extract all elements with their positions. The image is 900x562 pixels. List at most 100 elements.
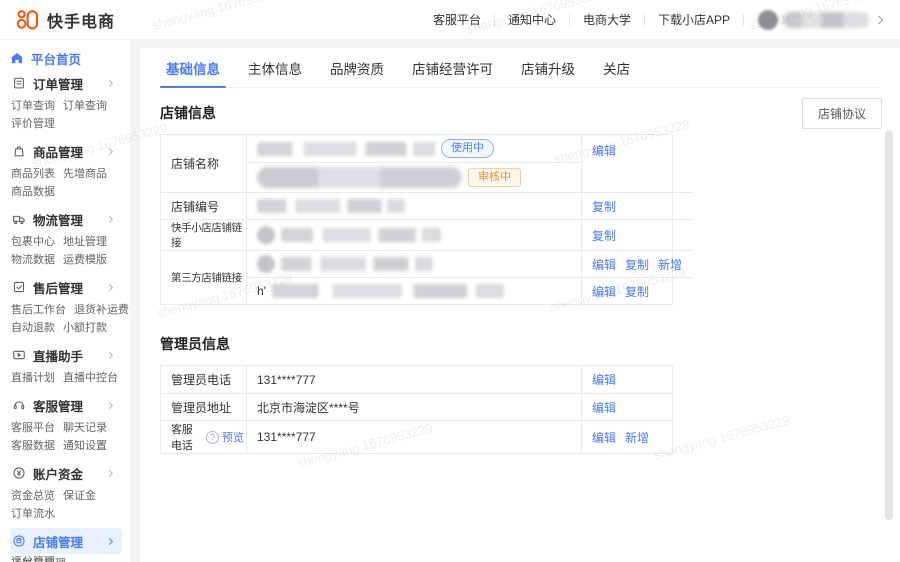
sidebar-item-funds-overview[interactable]: 资金总览 [11, 488, 55, 504]
redacted-shop-name-pending [257, 167, 462, 188]
sidebar-item-return-freight[interactable]: 退货补运费 [74, 302, 129, 318]
sidebar-section-aftersale[interactable]: 售后管理 [10, 274, 122, 300]
shop-name-in-use-cell: 使用中 [247, 135, 581, 162]
edit-link[interactable]: 编辑 [592, 399, 616, 416]
row-label-shop-name: 店铺名称 [161, 135, 247, 192]
sidebar-item-order-flow[interactable]: 订单流水 [11, 506, 55, 522]
redacted-third-party-link-2 [272, 284, 504, 298]
redacted-favicon [257, 226, 275, 244]
row-label-shop-id: 店铺编号 [161, 192, 247, 219]
sidebar-item-goods-data[interactable]: 商品数据 [11, 184, 55, 200]
sidebar-item-chat-history[interactable]: 聊天记录 [63, 420, 107, 436]
add-link[interactable]: 新增 [625, 429, 649, 446]
shop-name-actions: 编辑 [581, 135, 692, 192]
chevron-right-icon [106, 351, 113, 358]
sidebar-item-parcel-center[interactable]: 包裹中心 [11, 234, 55, 250]
tab-brand-qualification[interactable]: 品牌资质 [324, 48, 390, 87]
redacted-shop-id [257, 199, 405, 213]
header-link-service-platform[interactable]: 客服平台 [420, 11, 494, 28]
add-link[interactable]: 新增 [658, 256, 682, 273]
copy-link[interactable]: 复制 [625, 283, 649, 300]
redacted-third-party-link [281, 257, 433, 271]
sidebar-item-aftersale-workbench[interactable]: 售后工作台 [11, 302, 66, 318]
tab-shop-upgrade[interactable]: 店铺升级 [515, 48, 581, 87]
sidebar-item-order-query2[interactable]: 订单查询 [63, 98, 107, 114]
link-prefix: h' [257, 284, 266, 298]
sidebar-item-service-data[interactable]: 客服数据 [11, 438, 55, 454]
status-badge-in-review: 审核中 [468, 168, 521, 187]
headset-icon [12, 398, 26, 412]
aftersale-icon [12, 280, 26, 294]
sidebar-item-notify-settings[interactable]: 通知设置 [63, 438, 107, 454]
redacted-shop-link [281, 228, 441, 242]
chevron-right-icon [875, 15, 883, 23]
sidebar-item-address-mgmt[interactable]: 地址管理 [63, 234, 107, 250]
service-phone-actions: 编辑 新增 [581, 420, 672, 453]
sidebar-item-deposit[interactable]: 保证金 [63, 488, 96, 504]
sidebar-section-orders[interactable]: 订单管理 [10, 70, 122, 96]
user-account-menu[interactable] [758, 10, 882, 30]
sidebar-nav: 平台首页 订单管理 订单查询 订单查询 评价管理 商品管理 商品列表 先增 [0, 40, 130, 562]
store-info-table: 店铺名称 使用中 编辑 审核中 店铺编号 复制 [160, 134, 673, 305]
edit-link[interactable]: 编辑 [592, 283, 616, 300]
sidebar-item-review-mgmt[interactable]: 评价管理 [11, 116, 55, 132]
help-question-icon[interactable] [206, 431, 219, 444]
sidebar-item-home[interactable]: 平台首页 [10, 46, 130, 70]
admin-phone-cell: 131****777 [247, 366, 581, 393]
content-card: 基础信息 主体信息 品牌资质 店铺经营许可 店铺升级 关店 店铺协议 店铺信息 … [140, 48, 900, 562]
header-link-download-app[interactable]: 下载小店APP [645, 11, 743, 28]
edit-link[interactable]: 编辑 [592, 256, 616, 273]
copy-shop-link[interactable]: 复制 [592, 227, 616, 244]
sidebar-item-goods-list[interactable]: 商品列表 [11, 166, 55, 182]
sidebar-item-add-goods[interactable]: 先增商品 [63, 166, 107, 182]
edit-link[interactable]: 编辑 [592, 429, 616, 446]
copy-shop-id-link[interactable]: 复制 [592, 198, 616, 215]
sidebar-item-logistics-data[interactable]: 物流数据 [11, 252, 55, 268]
sidebar-section-logistics[interactable]: 物流管理 [10, 206, 122, 232]
tab-subject-info[interactable]: 主体信息 [242, 48, 308, 87]
sidebar-item-order-query[interactable]: 订单查询 [11, 98, 55, 114]
section-label: 客服管理 [33, 396, 83, 415]
sidebar-section-shop-mgmt[interactable]: 店铺管理 [10, 528, 122, 554]
sidebar-item-auto-refund[interactable]: 自动退款 [11, 320, 55, 336]
sidebar-item-freight-template[interactable]: 运费模版 [63, 252, 107, 268]
sidebar-section-live-assistant[interactable]: 直播助手 [10, 342, 122, 368]
shop-id-actions: 复制 [581, 192, 692, 219]
header-link-ecommerce-academy[interactable]: 电商大学 [570, 11, 644, 28]
admin-info-table: 管理员电话 131****777 编辑 管理员地址 北京市海淀区****号 编辑… [160, 365, 673, 454]
order-icon [12, 76, 26, 90]
shop-link-actions: 复制 [581, 219, 692, 250]
edit-shop-name-link[interactable]: 编辑 [592, 142, 616, 159]
shop-agreement-button[interactable]: 店铺协议 [802, 98, 882, 129]
sidebar-section-goods[interactable]: 商品管理 [10, 138, 122, 164]
tab-basic-info[interactable]: 基础信息 [160, 48, 226, 87]
scrollbar-thumb[interactable] [885, 130, 893, 520]
edit-link[interactable]: 编辑 [592, 371, 616, 388]
sidebar-item-live-plan[interactable]: 直播计划 [11, 370, 55, 386]
sidebar-section-partial[interactable]: 评分管理 [11, 553, 55, 562]
preview-link[interactable]: 预览 [222, 429, 244, 445]
copy-link[interactable]: 复制 [625, 256, 649, 273]
username-redacted [783, 12, 869, 28]
redacted-favicon [257, 255, 275, 273]
sidebar-item-live-console[interactable]: 直播中控台 [63, 370, 118, 386]
third-party-link-cell-2: h' [247, 277, 581, 304]
chevron-right-icon [106, 537, 113, 544]
chevron-right-icon [106, 79, 113, 86]
store-info-title: 店铺信息 [160, 103, 880, 123]
tab-close-shop[interactable]: 关店 [597, 48, 636, 87]
sidebar-section-customer-service[interactable]: 客服管理 [10, 392, 122, 418]
tab-business-license[interactable]: 店铺经营许可 [406, 48, 499, 87]
sidebar-item-small-payment[interactable]: 小额打款 [63, 320, 107, 336]
sidebar-item-service-platform[interactable]: 客服平台 [11, 420, 55, 436]
row-label-admin-address: 管理员地址 [161, 393, 247, 420]
main-area: 基础信息 主体信息 品牌资质 店铺经营许可 店铺升级 关店 店铺协议 店铺信息 … [130, 40, 900, 562]
chevron-right-icon [106, 215, 113, 222]
app-logo[interactable]: 快手电商 [16, 8, 115, 32]
chevron-right-icon [106, 283, 113, 290]
section-label: 直播助手 [33, 346, 83, 365]
sidebar-section-account-funds[interactable]: 账户资金 [10, 460, 122, 486]
row-label-admin-phone: 管理员电话 [161, 366, 247, 393]
section-label: 订单管理 [33, 74, 83, 93]
header-link-notification-center[interactable]: 通知中心 [495, 11, 569, 28]
